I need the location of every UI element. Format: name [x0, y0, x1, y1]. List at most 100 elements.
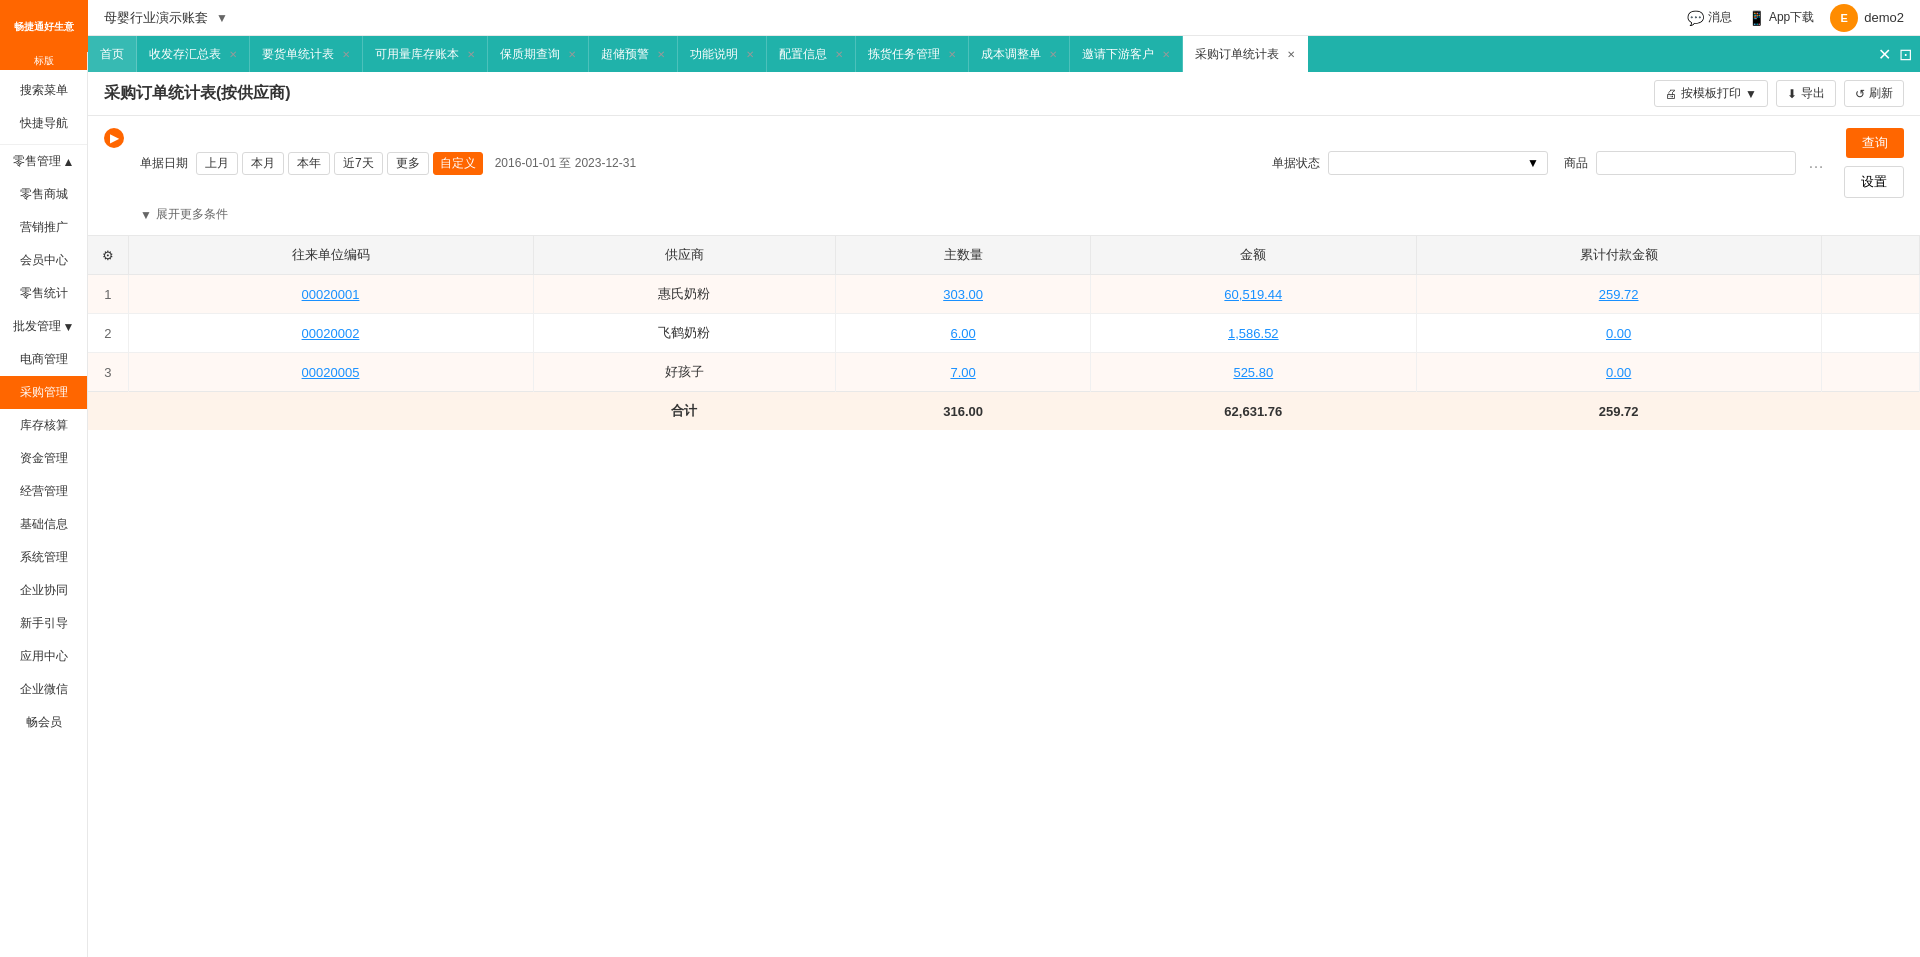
footer-quantity: 316.00	[836, 392, 1091, 431]
user-avatar-area[interactable]: E demo2	[1830, 4, 1904, 32]
col-amount: 金额	[1090, 236, 1416, 275]
sidebar-item-finance[interactable]: 资金管理	[0, 442, 87, 475]
product-more-btn[interactable]: …	[1804, 154, 1828, 172]
quick-this-month[interactable]: 本月	[242, 152, 284, 175]
row-3-code[interactable]: 00020005	[128, 353, 533, 392]
tab-close-invite-customer[interactable]: ✕	[1162, 49, 1170, 60]
tab-order-summary[interactable]: 要货单统计表 ✕	[250, 36, 363, 72]
tab-close-expiry-query[interactable]: ✕	[568, 49, 576, 60]
tab-receive-summary[interactable]: 收发存汇总表 ✕	[137, 36, 250, 72]
sidebar-item-operations[interactable]: 经营管理	[0, 475, 87, 508]
page-title: 采购订单统计表(按供应商)	[104, 83, 291, 104]
row-1-amount[interactable]: 60,519.44	[1090, 275, 1416, 314]
message-icon: 💬	[1687, 10, 1704, 26]
sidebar-item-inventory[interactable]: 库存核算	[0, 409, 87, 442]
app-download-label: App下载	[1769, 9, 1814, 26]
sidebar-item-ecommerce[interactable]: 电商管理	[0, 343, 87, 376]
row-3-amount[interactable]: 525.80	[1090, 353, 1416, 392]
row-2-code[interactable]: 00020002	[128, 314, 533, 353]
toggle-filter-btn[interactable]: ▶	[104, 128, 124, 148]
tab-close-overstock-alert[interactable]: ✕	[657, 49, 665, 60]
tab-config-info[interactable]: 配置信息 ✕	[767, 36, 856, 72]
tab-close-config-info[interactable]: ✕	[835, 49, 843, 60]
quick-more[interactable]: 更多	[387, 152, 429, 175]
sidebar-item-basic-info[interactable]: 基础信息	[0, 508, 87, 541]
quick-this-year[interactable]: 本年	[288, 152, 330, 175]
sidebar-item-new-guide[interactable]: 新手引导	[0, 607, 87, 640]
quick-7days[interactable]: 近7天	[334, 152, 383, 175]
sidebar-item-member[interactable]: 会员中心	[0, 244, 87, 277]
sidebar-item-search[interactable]: 搜索菜单	[0, 74, 87, 107]
export-btn[interactable]: ⬇ 导出	[1776, 80, 1836, 107]
message-btn[interactable]: 💬 消息	[1687, 9, 1732, 26]
search-btn[interactable]: 查询	[1846, 128, 1904, 158]
product-input[interactable]	[1596, 151, 1796, 175]
tab-invite-customer[interactable]: 邀请下游客户 ✕	[1070, 36, 1183, 72]
user-name: demo2	[1864, 10, 1904, 25]
sidebar-item-retail-stats[interactable]: 零售统计	[0, 277, 87, 310]
tab-close-order-summary[interactable]: ✕	[342, 49, 350, 60]
status-select[interactable]: ▼	[1328, 151, 1548, 175]
tab-overstock-alert[interactable]: 超储预警 ✕	[589, 36, 678, 72]
workspace-arrow[interactable]: ▼	[216, 11, 228, 25]
tab-close-purchase-summary[interactable]: ✕	[1287, 49, 1295, 60]
tab-close-receive-summary[interactable]: ✕	[229, 49, 237, 60]
row-2-amount[interactable]: 1,586.52	[1090, 314, 1416, 353]
footer-paid: 259.72	[1416, 392, 1821, 431]
refresh-btn[interactable]: ↺ 刷新	[1844, 80, 1904, 107]
gear-icon[interactable]: ⚙	[102, 248, 114, 263]
row-1-code[interactable]: 00020001	[128, 275, 533, 314]
row-3-paid[interactable]: 0.00	[1416, 353, 1821, 392]
sidebar: 畅捷通好生意 标版 搜索菜单 快捷导航 零售管理 ▲ 零售商城 营销推广 会员中…	[0, 0, 88, 957]
quick-custom[interactable]: 自定义	[433, 152, 483, 175]
status-label: 单据状态	[1272, 155, 1320, 172]
tab-close-pick-task[interactable]: ✕	[948, 49, 956, 60]
sidebar-item-quick-nav[interactable]: 快捷导航	[0, 107, 87, 140]
tab-inventory-ledger[interactable]: 可用量库存账本 ✕	[363, 36, 488, 72]
expand-more-btn[interactable]: ▼ 展开更多条件	[140, 206, 1904, 223]
tab-bar: 首页 收发存汇总表 ✕ 要货单统计表 ✕ 可用量库存账本 ✕ 保质期查询 ✕ 超…	[88, 36, 1920, 72]
sidebar-item-enterprise-wechat[interactable]: 企业微信	[0, 673, 87, 706]
settings-btn[interactable]: 设置	[1844, 166, 1904, 198]
sidebar-item-marketing[interactable]: 营销推广	[0, 211, 87, 244]
row-2-extra	[1821, 314, 1919, 353]
col-checkbox[interactable]: ⚙	[88, 236, 128, 275]
close-all-tabs-btn[interactable]: ✕	[1878, 45, 1891, 64]
tab-close-func-desc[interactable]: ✕	[746, 49, 754, 60]
tab-purchase-summary[interactable]: 采购订单统计表 ✕	[1183, 36, 1308, 72]
sidebar-item-purchase[interactable]: 采购管理	[0, 376, 87, 409]
row-1-paid[interactable]: 259.72	[1416, 275, 1821, 314]
header-right: 💬 消息 📱 App下载 E demo2	[1687, 4, 1904, 32]
app-download-btn[interactable]: 📱 App下载	[1748, 9, 1814, 26]
tab-close-inventory-ledger[interactable]: ✕	[467, 49, 475, 60]
sidebar-item-enterprise[interactable]: 企业协同	[0, 574, 87, 607]
template-print-btn[interactable]: 🖨 按模板打印 ▼	[1654, 80, 1768, 107]
app-download-icon: 📱	[1748, 10, 1765, 26]
sidebar-item-system[interactable]: 系统管理	[0, 541, 87, 574]
expand-down-icon: ▼	[140, 208, 152, 222]
sidebar-item-wholesale[interactable]: 批发管理 ▼	[0, 310, 87, 343]
tab-close-cost-adjust[interactable]: ✕	[1049, 49, 1057, 60]
search-actions: 查询 设置	[1844, 128, 1904, 198]
status-filter: 单据状态 ▼	[1272, 151, 1548, 175]
tab-home[interactable]: 首页	[88, 36, 137, 72]
maximize-btn[interactable]: ⊡	[1899, 45, 1912, 64]
row-3-quantity[interactable]: 7.00	[836, 353, 1091, 392]
sidebar-item-retail-mall[interactable]: 零售商城	[0, 178, 87, 211]
quick-last-month[interactable]: 上月	[196, 152, 238, 175]
sidebar-item-app-center[interactable]: 应用中心	[0, 640, 87, 673]
col-paid: 累计付款金额	[1416, 236, 1821, 275]
tab-func-desc[interactable]: 功能说明 ✕	[678, 36, 767, 72]
sidebar-item-member2[interactable]: 畅会员	[0, 706, 87, 739]
row-3-extra	[1821, 353, 1919, 392]
row-3-index: 3	[88, 353, 128, 392]
tab-bar-actions: ✕ ⊡	[1870, 45, 1920, 64]
row-2-paid[interactable]: 0.00	[1416, 314, 1821, 353]
row-1-quantity[interactable]: 303.00	[836, 275, 1091, 314]
workspace-label: 母婴行业演示账套	[104, 9, 208, 27]
tab-pick-task[interactable]: 拣货任务管理 ✕	[856, 36, 969, 72]
row-2-quantity[interactable]: 6.00	[836, 314, 1091, 353]
sidebar-item-retail[interactable]: 零售管理 ▲	[0, 145, 87, 178]
tab-expiry-query[interactable]: 保质期查询 ✕	[488, 36, 589, 72]
tab-cost-adjust[interactable]: 成本调整单 ✕	[969, 36, 1070, 72]
